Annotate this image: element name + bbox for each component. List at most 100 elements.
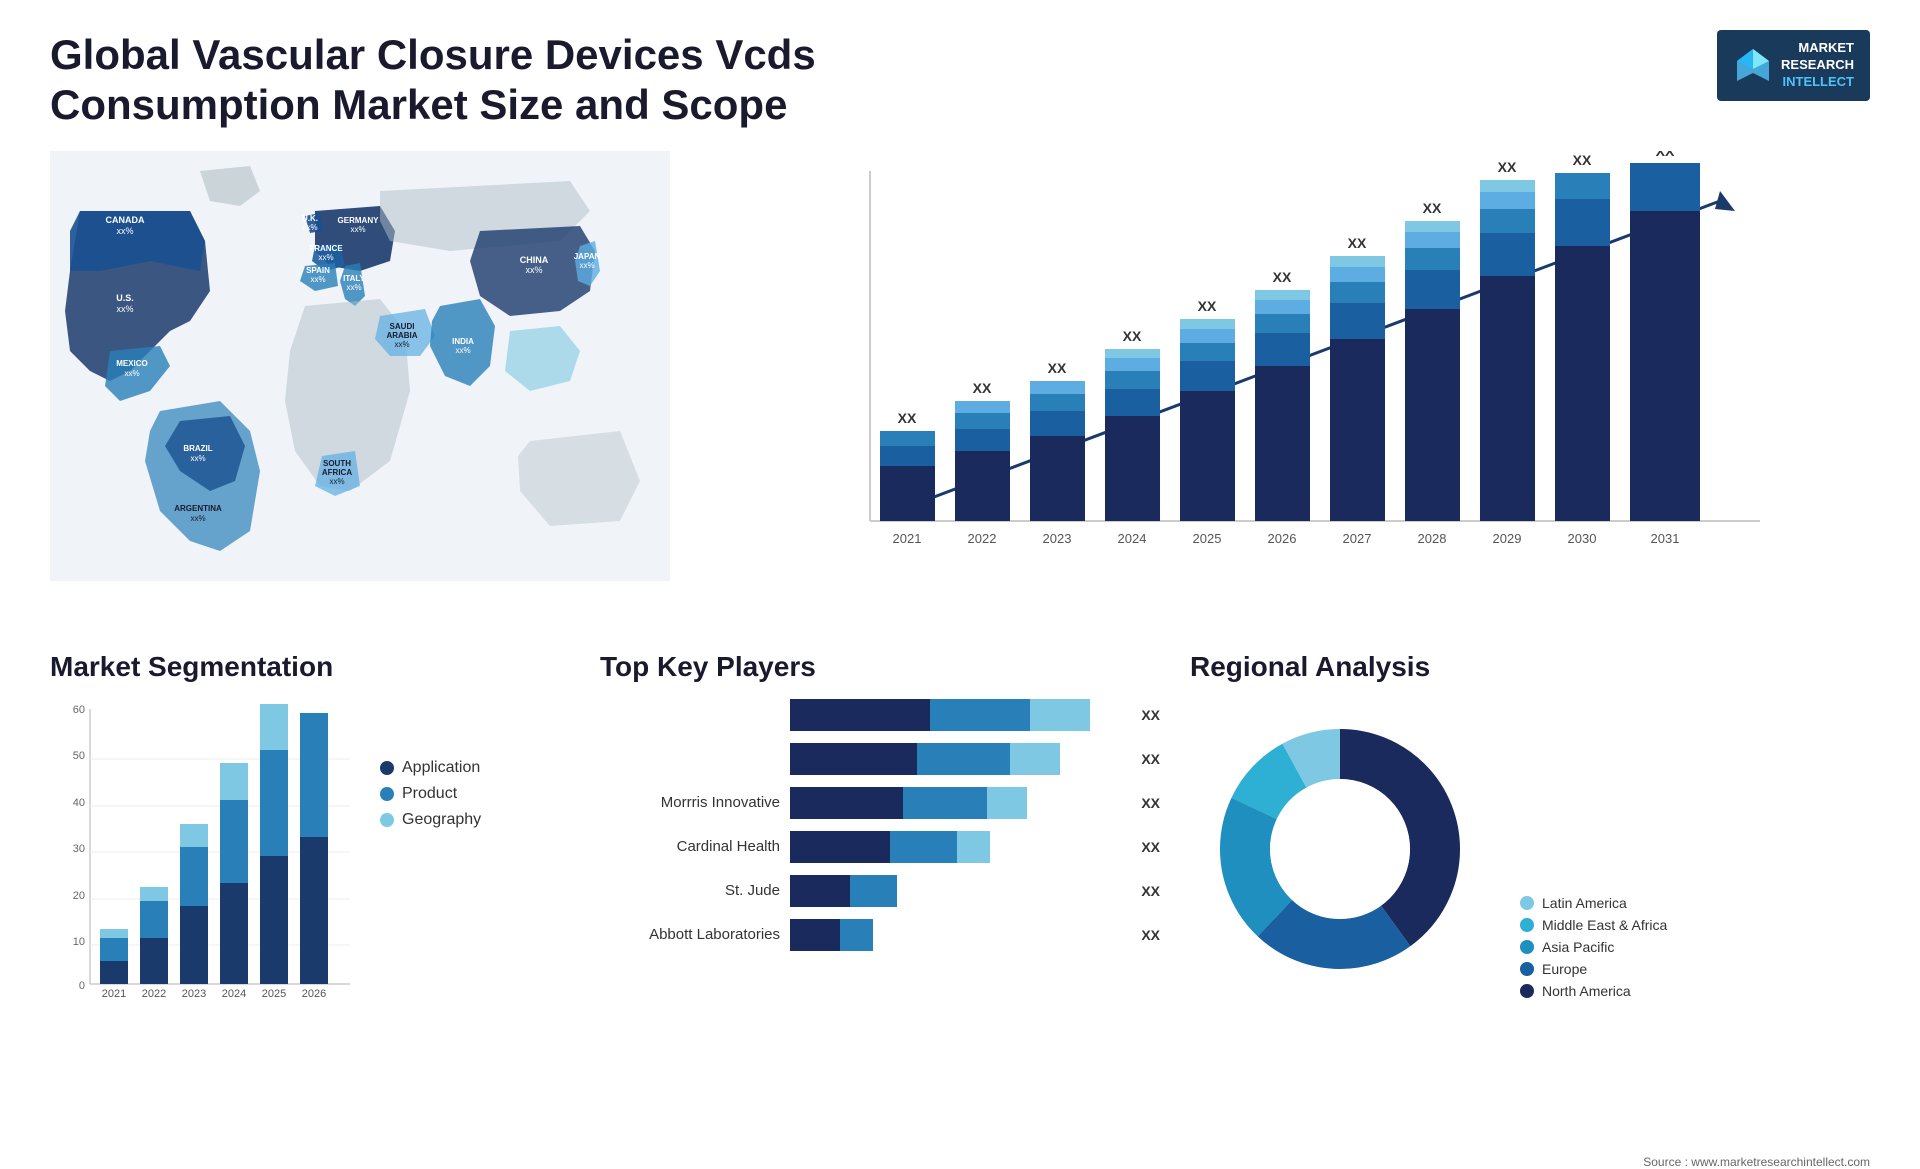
legend-label-application: Application	[402, 759, 480, 777]
legend-item-middle-east-africa: Middle East & Africa	[1520, 917, 1667, 933]
player-name: Cardinal Health	[600, 838, 780, 855]
player-row: Morrris Innovative XX	[600, 787, 1160, 819]
key-players-section: Top Key Players XX XX	[600, 651, 1160, 1141]
asia-pacific-dot	[1520, 940, 1534, 954]
svg-text:2027: 2027	[1343, 531, 1372, 546]
bar-chart-svg: XX 2021 XX 2022 XX 2023	[720, 151, 1870, 581]
svg-text:20: 20	[73, 890, 85, 902]
svg-text:xx%: xx%	[116, 226, 133, 236]
svg-text:U.S.: U.S.	[116, 293, 134, 303]
legend-item-north-america: North America	[1520, 983, 1667, 999]
bottom-content: Market Segmentation 60 50 40 30 20 10 0	[0, 631, 1920, 1151]
players-chart: XX XX Morrris Innovative	[600, 699, 1160, 951]
svg-text:MEXICO: MEXICO	[116, 359, 148, 368]
bar-chart-container: XX 2021 XX 2022 XX 2023	[720, 151, 1870, 581]
svg-text:10: 10	[73, 936, 85, 948]
svg-text:2024: 2024	[1118, 531, 1147, 546]
svg-text:2022: 2022	[142, 988, 166, 1000]
svg-text:xx%: xx%	[350, 225, 365, 234]
svg-text:2025: 2025	[262, 988, 286, 1000]
svg-text:XX: XX	[1198, 298, 1217, 314]
north-america-dot	[1520, 984, 1534, 998]
mea-dot	[1520, 918, 1534, 932]
svg-text:FRANCE: FRANCE	[309, 244, 343, 253]
bar-chart-section: XX 2021 XX 2022 XX 2023	[700, 151, 1870, 631]
bar-segment-mid	[903, 787, 986, 819]
svg-text:2024: 2024	[222, 988, 246, 1000]
svg-text:XX: XX	[1423, 200, 1442, 216]
svg-text:XX: XX	[973, 380, 992, 396]
segmentation-legend: Application Product Geography	[380, 759, 481, 1029]
svg-text:xx%: xx%	[310, 275, 325, 284]
bar-segment-dark	[790, 699, 930, 731]
map-section: CANADA xx% U.S. xx% MEXICO xx% BRAZIL xx…	[50, 151, 670, 631]
legend-item-latin-america: Latin America	[1520, 895, 1667, 911]
player-bar-container	[790, 831, 1123, 863]
bar-segment-mid	[840, 919, 873, 951]
legend-label-north-america: North America	[1542, 983, 1631, 999]
bar-segment-light	[1030, 699, 1090, 731]
svg-text:U.K.: U.K.	[302, 214, 318, 223]
player-value: XX	[1141, 883, 1160, 899]
svg-text:xx%: xx%	[394, 340, 409, 349]
product-dot	[380, 787, 394, 801]
player-row: XX	[600, 743, 1160, 775]
main-content: CANADA xx% U.S. xx% MEXICO xx% BRAZIL xx…	[0, 151, 1920, 631]
legend-item-europe: Europe	[1520, 961, 1667, 977]
player-value: XX	[1141, 927, 1160, 943]
player-value: XX	[1141, 707, 1160, 723]
bar-segment-dark	[790, 787, 903, 819]
player-name: Morrris Innovative	[600, 794, 780, 811]
bar-segment-dark	[790, 875, 850, 907]
svg-text:xx%: xx%	[318, 253, 333, 262]
svg-text:xx%: xx%	[579, 261, 594, 270]
svg-text:xx%: xx%	[190, 514, 205, 523]
svg-text:XX: XX	[1656, 151, 1675, 159]
svg-text:xx%: xx%	[455, 346, 470, 355]
svg-text:SPAIN: SPAIN	[306, 266, 330, 275]
svg-text:2026: 2026	[1268, 531, 1297, 546]
logo-icon	[1733, 45, 1773, 85]
player-bar-container	[790, 787, 1123, 819]
svg-text:CHINA: CHINA	[520, 255, 549, 265]
legend-label-asia-pacific: Asia Pacific	[1542, 939, 1614, 955]
player-bar-container	[790, 919, 1123, 951]
bar-segment-mid	[850, 875, 897, 907]
bar-segment-dark	[790, 743, 917, 775]
svg-text:60: 60	[73, 704, 85, 716]
svg-text:xx%: xx%	[190, 454, 205, 463]
legend-label-latin-america: Latin America	[1542, 895, 1627, 911]
svg-text:GERMANY: GERMANY	[338, 216, 380, 225]
svg-text:2025: 2025	[1193, 531, 1222, 546]
bar-segment-light	[957, 831, 990, 863]
bar-segment-dark	[790, 831, 890, 863]
legend-item-product: Product	[380, 785, 481, 803]
svg-text:SAUDI: SAUDI	[390, 322, 415, 331]
svg-text:XX: XX	[898, 410, 917, 426]
header: Global Vascular Closure Devices Vcds Con…	[0, 0, 1920, 151]
svg-text:JAPAN: JAPAN	[574, 252, 601, 261]
source-text: Source : www.marketresearchintellect.com	[0, 1155, 1920, 1169]
player-row: Abbott Laboratories XX	[600, 919, 1160, 951]
segmentation-title: Market Segmentation	[50, 651, 570, 683]
svg-text:XX: XX	[1048, 360, 1067, 376]
legend-item-asia-pacific: Asia Pacific	[1520, 939, 1667, 955]
bar-segment-mid	[917, 743, 1010, 775]
svg-text:CANADA: CANADA	[106, 215, 145, 225]
svg-text:2022: 2022	[968, 531, 997, 546]
player-value: XX	[1141, 795, 1160, 811]
svg-text:2031: 2031	[1651, 531, 1680, 546]
logo-box: MARKET RESEARCH INTELLECT	[1717, 30, 1870, 101]
svg-text:xx%: xx%	[124, 369, 139, 378]
world-map-svg: CANADA xx% U.S. xx% MEXICO xx% BRAZIL xx…	[50, 151, 670, 581]
bar-segment-mid	[930, 699, 1030, 731]
key-players-title: Top Key Players	[600, 651, 1160, 683]
geography-dot	[380, 813, 394, 827]
segmentation-chart-svg: 60 50 40 30 20 10 0 2021	[50, 699, 360, 1029]
svg-text:XX: XX	[1273, 269, 1292, 285]
bar-segment-dark	[790, 919, 840, 951]
svg-text:2030: 2030	[1568, 531, 1597, 546]
bar-segment-light	[1010, 743, 1060, 775]
svg-text:2026: 2026	[302, 988, 326, 1000]
svg-text:XX: XX	[1498, 159, 1517, 175]
